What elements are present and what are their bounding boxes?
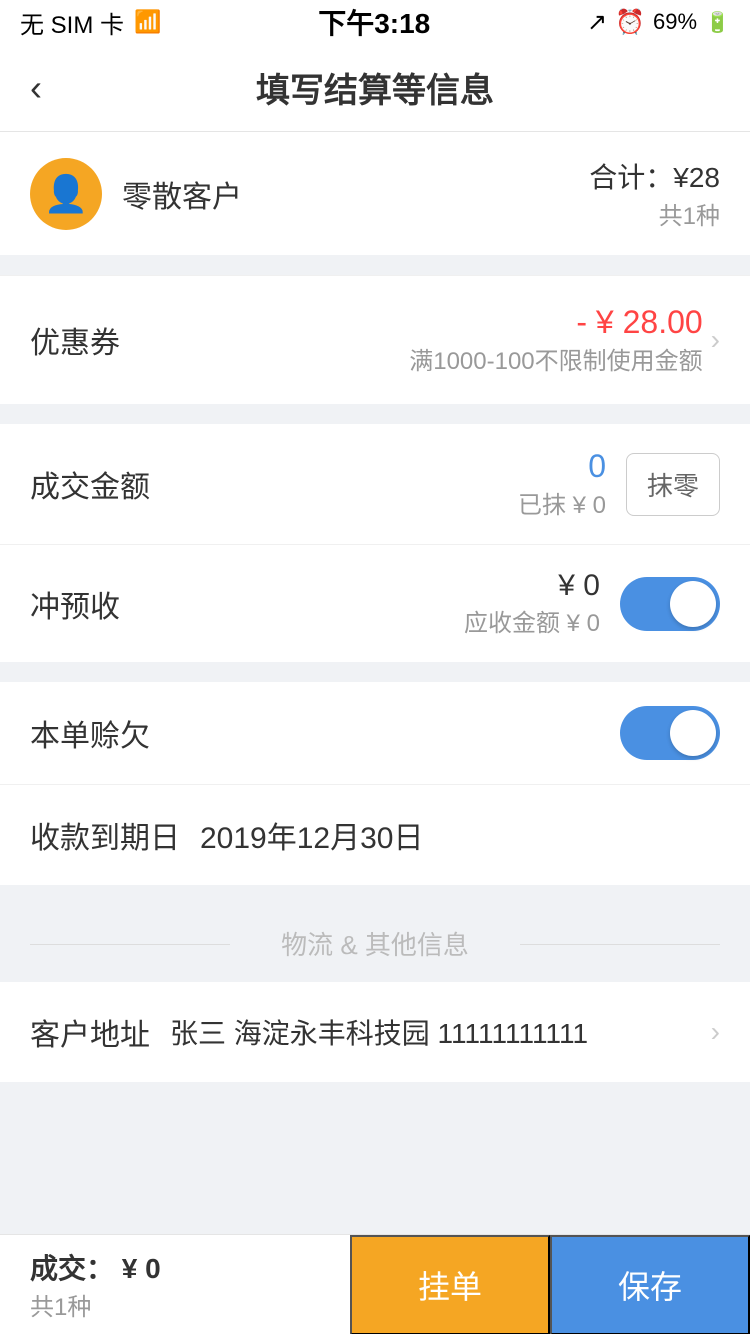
save-button[interactable]: 保存 [550,1235,750,1334]
customer-left: 👤 零散客户 [30,158,242,230]
avatar-icon: 👤 [44,173,89,215]
due-date-label: 收款到期日 [30,813,180,857]
content: 👤 零散客户 合计：¥28 共1种 优惠券 - ¥ 28.00 满1000-10… [0,132,750,1302]
logistics-divider: 物流 & 其他信息 [0,905,750,982]
nav-bar: ‹ 填写结算等信息 [0,44,750,132]
credit-section: 本单赊欠 收款到期日 2019年12月30日 [0,682,750,885]
customer-section: 👤 零散客户 合计：¥28 共1种 [0,132,750,255]
coupon-section: 优惠券 - ¥ 28.00 满1000-100不限制使用金额 › [0,275,750,404]
address-value: 张三 海淀永丰科技园 11111111111 [170,1012,588,1052]
total-label: 合计：¥28 [589,156,720,196]
coupon-desc: 满1000-100不限制使用金额 [409,341,702,376]
prepay-amount: ¥ 0 [464,569,600,603]
deal-amount-value: 0 [518,448,606,485]
carrier-label: 无 SIM 卡 [20,5,124,40]
status-time: 下午3:18 [318,2,430,42]
bottom-deal-amount: ¥ 0 [122,1253,161,1284]
customer-row: 👤 零散客户 合计：¥28 共1种 [0,132,750,255]
bottom-bar: 成交： ¥ 0 共1种 挂单 保存 [0,1234,750,1334]
coupon-amount: - ¥ 28.00 [409,304,702,341]
status-left: 无 SIM 卡 📶 [20,5,161,40]
deal-amount-wrapper: 0 已抹 ¥ 0 [518,448,606,520]
address-section: 客户地址 张三 海淀永丰科技园 11111111111 › [0,982,750,1082]
address-row[interactable]: 客户地址 张三 海淀永丰科技园 11111111111 › [0,982,750,1082]
bottom-deal-label: 成交： [30,1253,114,1284]
deal-amount-row: 成交金额 0 已抹 ¥ 0 抹零 [0,424,750,544]
prepay-label: 冲预收 [30,582,120,626]
address-left: 客户地址 张三 海淀永丰科技园 11111111111 [30,1010,588,1054]
wifi-icon: 📶 [134,9,161,35]
credit-label: 本单赊欠 [30,711,150,755]
deal-deducted: 已抹 ¥ 0 [518,485,606,520]
location-icon: ↗ [587,8,607,37]
prepay-row: 冲预收 ¥ 0 应收金额 ¥ 0 [0,544,750,662]
pending-button[interactable]: 挂单 [350,1235,550,1334]
coupon-right: - ¥ 28.00 满1000-100不限制使用金额 [409,304,702,376]
total-count: 共1种 [589,196,720,231]
battery-label: 69% [653,9,697,35]
bottom-summary: 成交： ¥ 0 共1种 [0,1247,350,1322]
page-title: 填写结算等信息 [256,63,494,112]
coupon-label: 优惠券 [30,318,120,362]
prepay-amounts: ¥ 0 应收金额 ¥ 0 [464,569,600,638]
prepay-right: ¥ 0 应收金额 ¥ 0 [464,569,720,638]
toggle-knob [670,581,716,627]
prepay-toggle[interactable] [620,577,720,631]
due-date-row: 收款到期日 2019年12月30日 [0,784,750,885]
address-chevron-icon: › [711,1016,720,1048]
credit-toggle[interactable] [620,706,720,760]
customer-name: 零散客户 [122,172,242,216]
coupon-row[interactable]: 优惠券 - ¥ 28.00 满1000-100不限制使用金额 › [0,275,750,404]
divider-text: 物流 & 其他信息 [281,930,469,960]
address-label: 客户地址 [30,1010,150,1054]
credit-row: 本单赊欠 [0,682,750,784]
status-right: ↗ ⏰ 69% 🔋 [587,8,730,37]
chevron-right-icon: › [711,324,720,356]
battery-icon: 🔋 [705,10,730,35]
deal-right: 0 已抹 ¥ 0 抹零 [518,448,720,520]
due-date-value: 2019年12月30日 [200,813,423,857]
bottom-count: 共1种 [30,1287,320,1322]
bottom-deal: 成交： ¥ 0 [30,1247,320,1287]
deal-amount-label: 成交金额 [30,462,150,506]
status-bar: 无 SIM 卡 📶 下午3:18 ↗ ⏰ 69% 🔋 [0,0,750,44]
deal-section: 成交金额 0 已抹 ¥ 0 抹零 冲预收 ¥ 0 应收金额 ¥ 0 [0,424,750,662]
customer-right: 合计：¥28 共1种 [589,156,720,231]
round-off-button[interactable]: 抹零 [626,453,720,516]
credit-toggle-knob [670,710,716,756]
prepay-receivable: 应收金额 ¥ 0 [464,603,600,638]
avatar: 👤 [30,158,102,230]
alarm-icon: ⏰ [615,8,645,37]
back-button[interactable]: ‹ [30,67,42,109]
